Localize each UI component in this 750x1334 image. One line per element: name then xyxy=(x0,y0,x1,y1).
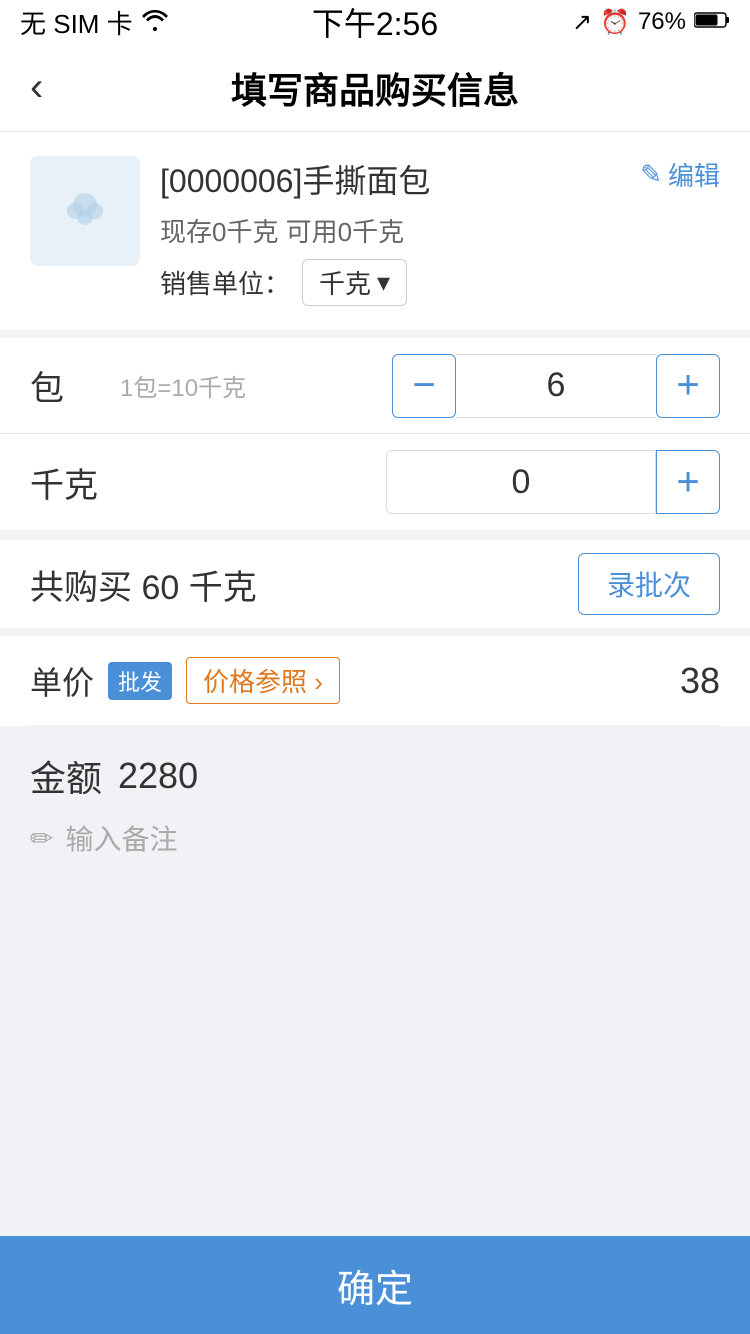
price-label: 单价 xyxy=(30,658,94,704)
total-label: 共购买 60 千克 xyxy=(30,560,257,609)
note-row[interactable]: ✏ 输入备注 xyxy=(30,818,720,858)
amount-label: 金额 xyxy=(30,750,102,802)
product-card: [0000006]手撕面包 ✎ 编辑 现存0千克 可用0千克 销售单位： 千克 … xyxy=(0,132,750,338)
battery-label: 76% xyxy=(638,8,686,36)
edit-button[interactable]: ✎ 编辑 xyxy=(640,156,720,193)
pack-sublabel: 1包=10千克 xyxy=(120,368,246,403)
amount-value: 2280 xyxy=(118,755,198,797)
confirm-button[interactable]: 确定 xyxy=(0,1236,750,1334)
wifi-icon xyxy=(141,7,169,38)
pack-row: 包 1包=10千克 − + xyxy=(0,338,750,434)
total-row: 共购买 60 千克 录批次 xyxy=(0,532,750,628)
product-name: [0000006]手撕面包 xyxy=(160,156,430,202)
status-right: ↗ ⏰ 76% xyxy=(572,8,730,37)
kg-controls: + xyxy=(386,450,720,514)
kg-input[interactable] xyxy=(386,450,656,514)
product-unit-row: 销售单位： 千克 ▾ xyxy=(160,259,720,306)
pack-minus-button[interactable]: − xyxy=(392,354,456,418)
status-bar: 无 SIM 卡 下午2:56 ↗ ⏰ 76% xyxy=(0,0,750,44)
pack-controls: − + xyxy=(392,354,720,418)
sim-status: 无 SIM 卡 xyxy=(20,4,133,41)
product-info: [0000006]手撕面包 ✎ 编辑 现存0千克 可用0千克 销售单位： 千克 … xyxy=(160,156,720,306)
alarm-icon: ⏰ xyxy=(600,8,630,37)
amount-section: 金额 2280 ✏ 输入备注 xyxy=(0,726,750,874)
unit-select[interactable]: 千克 ▾ xyxy=(302,259,407,306)
price-ref-button[interactable]: 价格参照 › xyxy=(186,657,340,704)
nav-bar: ‹ 填写商品购买信息 xyxy=(0,44,750,132)
pack-plus-button[interactable]: + xyxy=(656,354,720,418)
pack-input[interactable] xyxy=(456,354,656,418)
kg-row: 千克 + xyxy=(0,434,750,530)
price-row: 单价 批发 价格参照 › 38 xyxy=(30,636,720,726)
kg-plus-button[interactable]: + xyxy=(656,450,720,514)
price-section: 单价 批发 价格参照 › 38 xyxy=(0,636,750,726)
note-placeholder: 输入备注 xyxy=(65,818,177,858)
kg-label: 千克 xyxy=(30,458,110,507)
unit-label: 销售单位： xyxy=(160,264,290,301)
price-value: 38 xyxy=(680,660,720,702)
confirm-label: 确定 xyxy=(337,1258,413,1313)
batch-button[interactable]: 录批次 xyxy=(578,553,720,615)
status-time: 下午2:56 xyxy=(312,0,438,45)
edit-icon: ✎ xyxy=(640,159,662,190)
product-thumbnail xyxy=(30,156,140,266)
price-type-badge: 批发 xyxy=(108,662,172,700)
pencil-icon: ✏ xyxy=(30,822,53,855)
battery-icon xyxy=(694,8,730,36)
form-section: 包 1包=10千克 − + 千克 + xyxy=(0,338,750,530)
status-left: 无 SIM 卡 xyxy=(20,4,169,41)
chevron-down-icon: ▾ xyxy=(377,267,390,298)
amount-row: 金额 2280 xyxy=(30,750,720,802)
product-stock: 现存0千克 可用0千克 xyxy=(160,212,720,249)
back-button[interactable]: ‹ xyxy=(30,65,43,110)
pack-label: 包 xyxy=(30,361,110,410)
location-icon: ↗ xyxy=(572,8,592,37)
content-spacer xyxy=(0,874,750,1236)
page-title: 填写商品购买信息 xyxy=(231,62,519,114)
